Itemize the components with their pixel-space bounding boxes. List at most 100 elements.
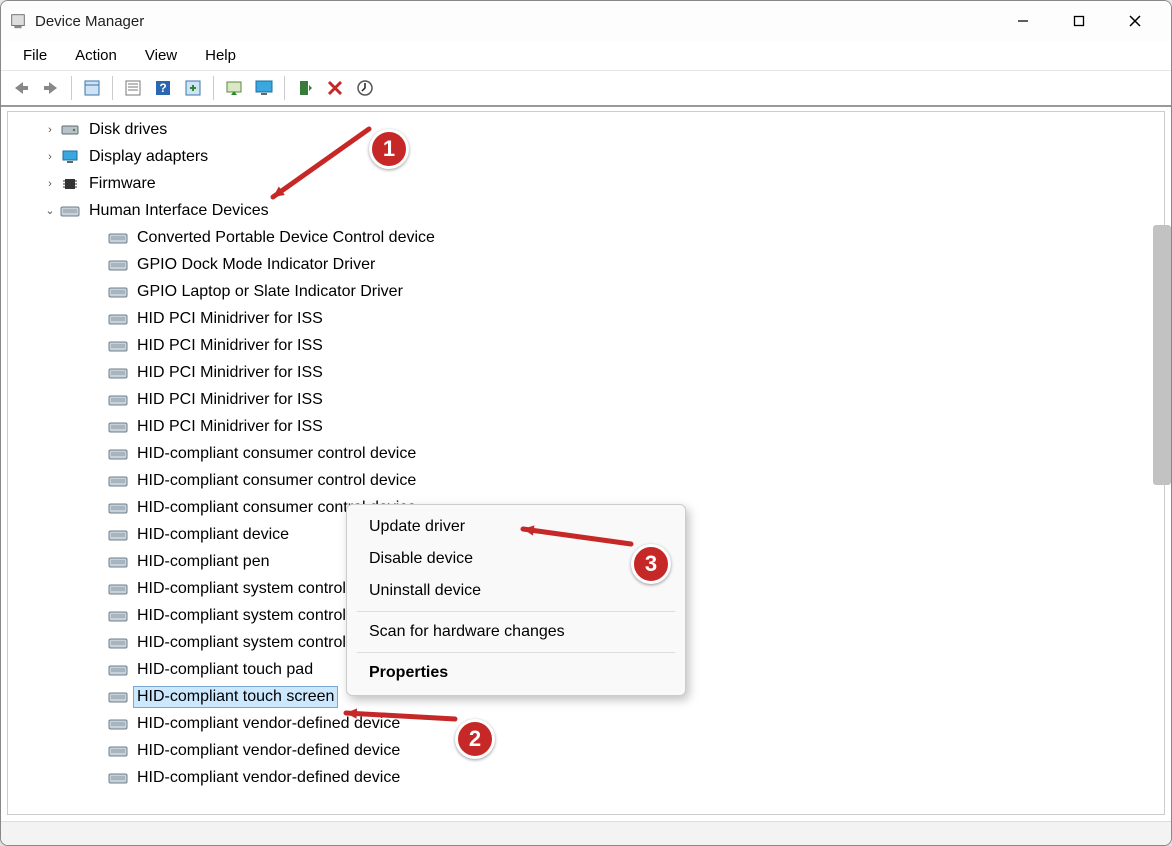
tree-device-label: HID-compliant vendor-defined device: [134, 714, 403, 734]
menu-file[interactable]: File: [9, 43, 61, 68]
hid-icon: [60, 201, 80, 221]
annotation-badge: 1: [369, 129, 409, 169]
tree-device-label: HID-compliant touch screen: [134, 687, 337, 707]
context-menu-separator: [357, 611, 675, 612]
tree-device-label: Converted Portable Device Control device: [134, 228, 438, 248]
hid-icon: [108, 579, 128, 599]
tree-device-item[interactable]: ›GPIO Laptop or Slate Indicator Driver: [8, 278, 1164, 305]
hid-icon: [108, 417, 128, 437]
toolbar-enable-icon[interactable]: [291, 74, 319, 102]
hid-icon: [108, 660, 128, 680]
context-menu-item[interactable]: Uninstall device: [347, 575, 685, 607]
tree-category[interactable]: ⌄ Human Interface Devices: [8, 197, 1164, 224]
toolbar-forward-icon[interactable]: [37, 74, 65, 102]
chevron-right-icon[interactable]: ›: [40, 151, 60, 163]
menu-help[interactable]: Help: [191, 43, 250, 68]
tree-device-label: HID-compliant consumer control device: [134, 471, 419, 491]
context-menu-item[interactable]: Scan for hardware changes: [347, 616, 685, 648]
tree-device-label: HID PCI Minidriver for ISS: [134, 336, 326, 356]
toolbar-disable-icon[interactable]: [321, 74, 349, 102]
tree-device-item[interactable]: ›HID PCI Minidriver for ISS: [8, 305, 1164, 332]
chevron-right-icon[interactable]: ›: [40, 178, 60, 190]
chevron-right-icon[interactable]: ›: [40, 124, 60, 136]
tree-device-item[interactable]: ›HID-compliant vendor-defined device: [8, 710, 1164, 737]
maximize-button[interactable]: [1051, 1, 1107, 41]
device-tree[interactable]: ›Disk drives›Display adapters›Firmware⌄H…: [7, 111, 1165, 815]
device-manager-app-icon: [9, 12, 27, 30]
tree-device-label: HID-compliant consumer control device: [134, 444, 419, 464]
tree-device-label: HID PCI Minidriver for ISS: [134, 390, 326, 410]
tree-device-item[interactable]: ›HID PCI Minidriver for ISS: [8, 413, 1164, 440]
tree-device-label: HID-compliant pen: [134, 552, 273, 572]
hid-icon: [108, 498, 128, 518]
tree-device-label: GPIO Laptop or Slate Indicator Driver: [134, 282, 406, 302]
annotation-badge: 3: [631, 544, 671, 584]
toolbar-show-hidden-icon[interactable]: [78, 74, 106, 102]
hid-icon: [108, 336, 128, 356]
tree-device-item[interactable]: ›HID PCI Minidriver for ISS: [8, 332, 1164, 359]
chevron-down-icon[interactable]: ⌄: [40, 204, 60, 217]
statusbar: [1, 821, 1171, 845]
toolbar-sep: [284, 76, 285, 100]
hid-icon: [108, 444, 128, 464]
tree-category-label: Human Interface Devices: [86, 201, 272, 221]
tree-device-item[interactable]: ›Converted Portable Device Control devic…: [8, 224, 1164, 251]
toolbar-help-icon[interactable]: ?: [149, 74, 177, 102]
tree-device-item[interactable]: ›HID PCI Minidriver for ISS: [8, 359, 1164, 386]
tree-device-item[interactable]: ›HID PCI Minidriver for ISS: [8, 386, 1164, 413]
hid-icon: [108, 768, 128, 788]
context-menu-item[interactable]: Update driver: [347, 511, 685, 543]
toolbar-properties-icon[interactable]: [119, 74, 147, 102]
hid-icon: [108, 552, 128, 572]
device-manager-window: Device Manager File Action View Help ?: [0, 0, 1172, 846]
titlebar: Device Manager: [1, 1, 1171, 41]
tree-device-item[interactable]: ›GPIO Dock Mode Indicator Driver: [8, 251, 1164, 278]
tree-device-label: HID PCI Minidriver for ISS: [134, 309, 326, 329]
tree-device-label: HID-compliant system controller: [134, 633, 367, 653]
menubar: File Action View Help: [1, 41, 1171, 71]
hid-icon: [108, 633, 128, 653]
tree-category[interactable]: › Firmware: [8, 170, 1164, 197]
hid-icon: [108, 255, 128, 275]
tree-device-label: HID-compliant vendor-defined device: [134, 768, 403, 788]
menu-view[interactable]: View: [131, 43, 191, 68]
toolbar-monitor-icon[interactable]: [250, 74, 278, 102]
context-menu: Update driverDisable deviceUninstall dev…: [346, 504, 686, 696]
hid-icon: [108, 606, 128, 626]
context-menu-separator: [357, 652, 675, 653]
tree-device-item[interactable]: ›HID-compliant vendor-defined device: [8, 737, 1164, 764]
toolbar-scan-icon[interactable]: [351, 74, 379, 102]
hid-icon: [108, 282, 128, 302]
disk-icon: [60, 120, 80, 140]
hid-icon: [108, 525, 128, 545]
tree-device-item[interactable]: ›HID-compliant consumer control device: [8, 467, 1164, 494]
tree-category[interactable]: ›Disk drives: [8, 116, 1164, 143]
tree-device-item[interactable]: ›HID-compliant consumer control device: [8, 440, 1164, 467]
window-title: Device Manager: [35, 13, 144, 30]
toolbar-sep: [213, 76, 214, 100]
tree-device-label: HID-compliant device: [134, 525, 292, 545]
tree-device-label: GPIO Dock Mode Indicator Driver: [134, 255, 378, 275]
svg-text:?: ?: [159, 81, 166, 95]
toolbar-back-icon[interactable]: [7, 74, 35, 102]
hid-icon: [108, 309, 128, 329]
menu-action[interactable]: Action: [61, 43, 131, 68]
tree-category[interactable]: › Display adapters: [8, 143, 1164, 170]
tree-category-label: Firmware: [86, 174, 159, 194]
close-button[interactable]: [1107, 1, 1163, 41]
hid-icon: [108, 363, 128, 383]
tree-category-label: Display adapters: [86, 147, 211, 167]
hid-icon: [108, 687, 128, 707]
tree-device-label: HID-compliant vendor-defined device: [134, 741, 403, 761]
toolbar: ?: [1, 71, 1171, 107]
minimize-button[interactable]: [995, 1, 1051, 41]
context-menu-item[interactable]: Properties: [347, 657, 685, 689]
hid-icon: [108, 471, 128, 491]
tree-device-label: HID PCI Minidriver for ISS: [134, 363, 326, 383]
toolbar-sep: [112, 76, 113, 100]
toolbar-refresh-icon[interactable]: [179, 74, 207, 102]
tree-device-label: HID-compliant touch pad: [134, 660, 316, 680]
scrollbar-thumb[interactable]: [1153, 225, 1171, 485]
tree-device-item[interactable]: ›HID-compliant vendor-defined device: [8, 764, 1164, 791]
toolbar-update-driver-icon[interactable]: [220, 74, 248, 102]
